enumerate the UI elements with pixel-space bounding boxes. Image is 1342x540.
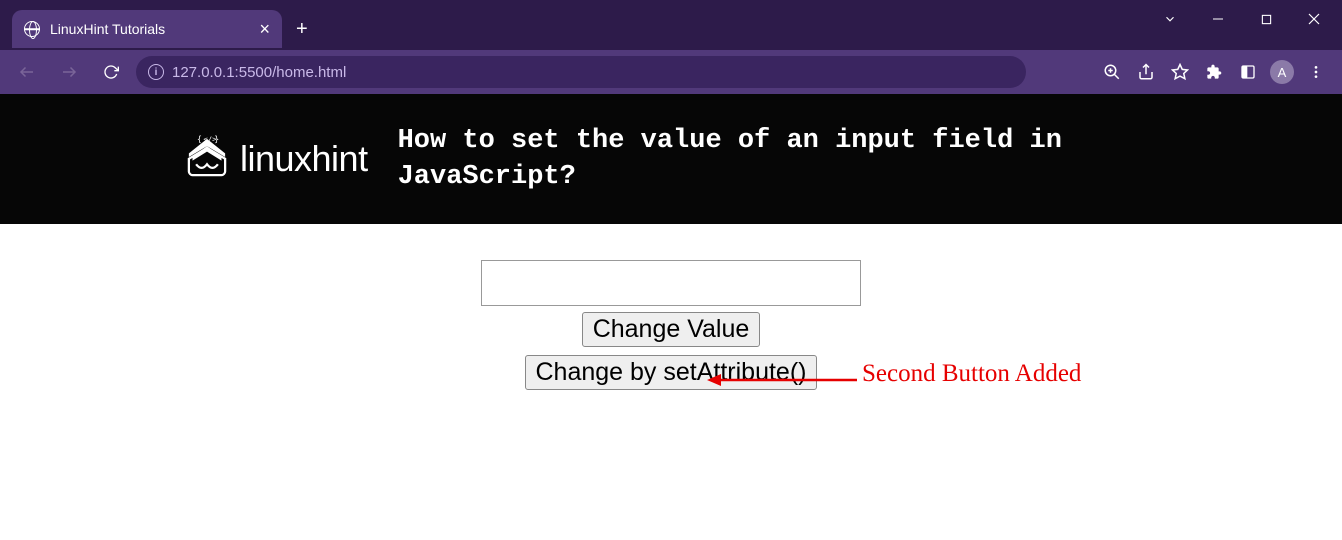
side-panel-icon[interactable] [1232,56,1264,88]
logo-icon: { </> } [178,128,236,191]
site-info-icon[interactable]: i [148,64,164,80]
close-window-button[interactable] [1290,4,1338,34]
arrow-icon [707,372,862,388]
page-title: How to set the value of an input field i… [398,123,1118,196]
profile-avatar[interactable]: A [1266,56,1298,88]
new-tab-button[interactable]: + [296,18,308,41]
tab-title: LinuxHint Tutorials [50,21,249,37]
annotation: Second Button Added [862,360,1081,388]
address-bar-row: i 127.0.0.1:5500/home.html A [0,50,1342,94]
url-text: 127.0.0.1:5500/home.html [172,64,346,81]
reload-button[interactable] [94,55,128,89]
bookmark-star-icon[interactable] [1164,56,1196,88]
chevron-down-icon[interactable] [1146,4,1194,34]
svg-text:}: } [214,133,219,143]
logo: { </> } linuxhint [178,128,368,191]
logo-text: linuxhint [240,138,368,180]
maximize-button[interactable] [1242,4,1290,34]
annotation-text: Second Button Added [862,360,1081,388]
globe-icon [24,21,40,37]
menu-icon[interactable] [1300,56,1332,88]
share-icon[interactable] [1130,56,1162,88]
svg-text:{: { [197,133,202,143]
close-tab-icon[interactable]: × [259,19,270,40]
zoom-icon[interactable] [1096,56,1128,88]
extensions-icon[interactable] [1198,56,1230,88]
back-button[interactable] [10,55,44,89]
forward-button[interactable] [52,55,86,89]
browser-tab[interactable]: LinuxHint Tutorials × [12,10,282,48]
text-input[interactable] [481,260,861,306]
change-value-button[interactable]: Change Value [582,312,761,347]
minimize-button[interactable] [1194,4,1242,34]
address-bar[interactable]: i 127.0.0.1:5500/home.html [136,56,1026,88]
browser-titlebar: LinuxHint Tutorials × + [0,0,1342,50]
page-header: { </> } linuxhint How to set the value o… [0,94,1342,224]
